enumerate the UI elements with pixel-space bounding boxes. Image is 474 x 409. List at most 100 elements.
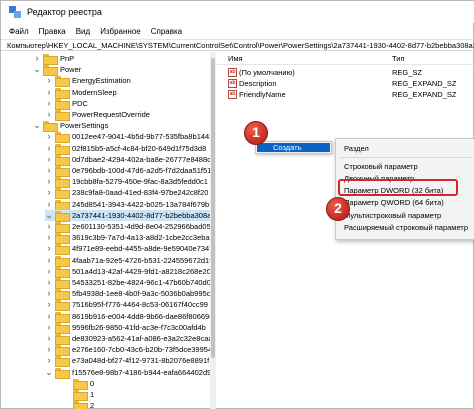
tree-node[interactable]: › 8619b916-e004-4dd8-9b66-dae86f806698 (45, 311, 215, 323)
value-row[interactable]: ab (По умолчанию) REG_SZ (217, 67, 474, 78)
tree-node[interactable]: › 7516b95f-f776-4464-8c53-06167f40cc99 (45, 299, 215, 312)
tree-node[interactable]: › ModernSleep (45, 87, 215, 99)
column-type-header[interactable]: Тип (392, 54, 405, 63)
tree-node[interactable]: › 3619c3b9-7a7d-4a13-a8d2-1cbe2cc3eba5 (45, 232, 215, 245)
chevron-right-icon[interactable]: › (45, 299, 53, 310)
chevron-right-icon[interactable]: › (33, 53, 41, 64)
menu-item-qword-value[interactable]: Параметр QWORD (64 бита) (336, 197, 474, 208)
chevron-right-icon[interactable]: › (45, 176, 53, 187)
chevron-right-icon[interactable]: › (45, 154, 53, 165)
address-bar[interactable]: Компьютер\HKEY_LOCAL_MACHINE\SYSTEM\Curr… (1, 39, 474, 51)
folder-icon (55, 255, 70, 267)
tree-node[interactable]: › PnP (33, 53, 215, 65)
menu-file[interactable]: Файл (9, 27, 29, 36)
chevron-right-icon[interactable]: › (45, 75, 53, 86)
folder-icon (43, 65, 58, 77)
menu-item-expandable-string-value[interactable]: Расширяемый строковый параметр (336, 222, 474, 233)
menu-item-multistring-value[interactable]: Мультистроковый параметр (336, 210, 474, 221)
chevron-right-icon[interactable]: › (45, 87, 53, 98)
tree-node[interactable]: ⌄ Power (33, 64, 215, 77)
menu-item-key[interactable]: Раздел (336, 143, 474, 154)
tree-node[interactable]: › 0012ee47-9041-4b5d-9b77-535fba8b1442 (45, 131, 215, 144)
tree-node[interactable]: › 238c9fa8-0aad-41ed-83f4-97be242c8f20 (45, 187, 215, 200)
chevron-right-icon[interactable]: › (45, 165, 53, 176)
tree-node[interactable]: › 2e601130-5351-4d9d-8e04-252966bad054 (45, 221, 215, 233)
chevron-right-icon[interactable]: › (45, 322, 53, 333)
chevron-right-icon[interactable]: › (45, 143, 53, 154)
title-bar[interactable]: Редактор реестра (1, 1, 474, 23)
folder-icon (55, 300, 70, 312)
chevron-right-icon[interactable]: › (45, 131, 53, 142)
chevron-down-icon[interactable]: ⌄ (33, 120, 41, 131)
chevron-down-icon[interactable]: ⌄ (45, 367, 53, 378)
chevron-right-icon[interactable]: › (45, 333, 53, 344)
tree-node-label: 02f815b5-a5cf-4c84-bf20-649d1f75d3d8 (72, 143, 207, 153)
chevron-right-icon[interactable]: › (45, 243, 53, 254)
tree-node[interactable]: ⌄ 2a737441-1930-4402-8d77-b2bebba308a3 (45, 209, 215, 222)
menu-help[interactable]: Справка (151, 27, 182, 36)
tree-node[interactable]: › e73a048d-bf27-4f12-9731-8b2076e8891f (45, 355, 215, 368)
folder-icon (55, 166, 70, 177)
chevron-down-icon[interactable]: ⌄ (33, 64, 41, 75)
menu-edit[interactable]: Правка (39, 27, 66, 36)
chevron-right-icon[interactable]: › (45, 232, 53, 243)
tree-node[interactable]: › PowerRequestOverride (45, 109, 215, 121)
tree-node[interactable]: › 501a4d13-42af-4429-9fd1-a8218c268e20 (45, 266, 215, 278)
chevron-right-icon[interactable]: › (45, 277, 53, 288)
chevron-right-icon[interactable]: › (45, 221, 53, 232)
menu-bar: Файл Правка Вид Избранное Справка (1, 23, 474, 39)
chevron-right-icon[interactable]: › (45, 255, 53, 266)
tree-node[interactable]: 1 (63, 389, 215, 401)
chevron-right-icon[interactable]: › (45, 266, 53, 277)
chevron-right-icon[interactable]: › (45, 187, 53, 198)
chevron-right-icon[interactable] (63, 378, 71, 389)
value-row[interactable]: ab Description REG_EXPAND_SZ (217, 78, 474, 89)
tree-node[interactable]: › 9596fb26-9850-41fd-ac3e-f7c3c00afd4b (45, 322, 215, 334)
tree-node[interactable]: › 54533251-82be-4824-96c1-47b60b740d00 (45, 277, 215, 289)
folder-icon (55, 210, 70, 222)
chevron-right-icon[interactable]: › (45, 98, 53, 109)
chevron-right-icon[interactable] (63, 389, 71, 400)
value-row[interactable]: ab FriendlyName REG_EXPAND_SZ (217, 89, 474, 100)
tree-node[interactable]: 2 (63, 400, 215, 409)
chevron-right-icon[interactable]: › (45, 288, 53, 299)
tree-node[interactable]: › 19cbb8fa-5279-450e-9fac-8a3d5fedd0c1 (45, 176, 215, 189)
tree-node[interactable]: ⌄ f15576e8-98b7-4186-b944-eafa664402d9 (45, 367, 215, 379)
tree-node[interactable]: › PDC (45, 98, 215, 110)
tree-node[interactable]: › 0d7dbae2-4294-402a-ba8e-26777e8488cd (45, 154, 215, 166)
tree-node[interactable]: › 5fb4938d-1ee8-4b0f-9a3c-5036b0ab995c (45, 288, 215, 301)
column-name-header[interactable]: Имя (228, 54, 243, 63)
tree-node[interactable]: › 0e796bdb-100d-47d6-a2d5-f7d2daa51f51 (45, 165, 215, 177)
tree-node[interactable]: › 245d8541-3943-4422-b025-13a784f679b7 (45, 199, 215, 211)
folder-icon (73, 378, 88, 390)
menu-view[interactable]: Вид (76, 27, 90, 36)
chevron-right-icon[interactable]: › (45, 355, 53, 366)
menu-item-create[interactable]: Создать (257, 143, 330, 152)
folder-icon (55, 367, 70, 379)
chevron-right-icon[interactable]: › (45, 109, 53, 120)
chevron-right-icon[interactable]: › (45, 311, 53, 322)
chevron-right-icon[interactable]: › (45, 344, 53, 355)
tree-node[interactable]: › de830923-a562-41af-a086-e3a2c32e8caa (45, 333, 215, 345)
folder-icon (55, 356, 70, 368)
dword-highlight-frame (338, 179, 458, 196)
tree-node[interactable]: › 4faab71a-92e5-4726-b531-224559672d19 (45, 255, 215, 267)
menu-item-string-value[interactable]: Строковый параметр (336, 161, 474, 172)
tree-node[interactable]: 0 (63, 378, 215, 390)
tree-node[interactable]: › e276e160-7cb0-43c6-b20b-73f5dce39954 (45, 344, 215, 357)
scrollbar-thumb[interactable] (211, 58, 215, 358)
chevron-down-icon[interactable]: ⌄ (45, 210, 53, 221)
tree-node[interactable]: › 02f815b5-a5cf-4c84-bf20-649d1f75d3d8 (45, 143, 215, 155)
folder-icon (43, 121, 58, 133)
tree-node[interactable]: › EnergyEstimation (45, 75, 215, 88)
chevron-right-icon[interactable] (63, 400, 71, 409)
tree-node[interactable]: ⌄ PowerSettings (33, 120, 215, 133)
step-badge-2: 2 (326, 197, 350, 221)
folder-icon (55, 233, 70, 245)
tree-node-label: 8619b916-e004-4dd8-9b66-dae86f806698 (72, 311, 214, 321)
chevron-right-icon[interactable]: › (45, 199, 53, 210)
tree-scrollbar[interactable] (210, 52, 216, 409)
tree-node[interactable]: › 4f971e89-eebd-4455-a8de-9e59040e7347 (45, 243, 215, 256)
tree-node-label: PDC (72, 98, 88, 108)
menu-favorites[interactable]: Избранное (100, 27, 141, 36)
